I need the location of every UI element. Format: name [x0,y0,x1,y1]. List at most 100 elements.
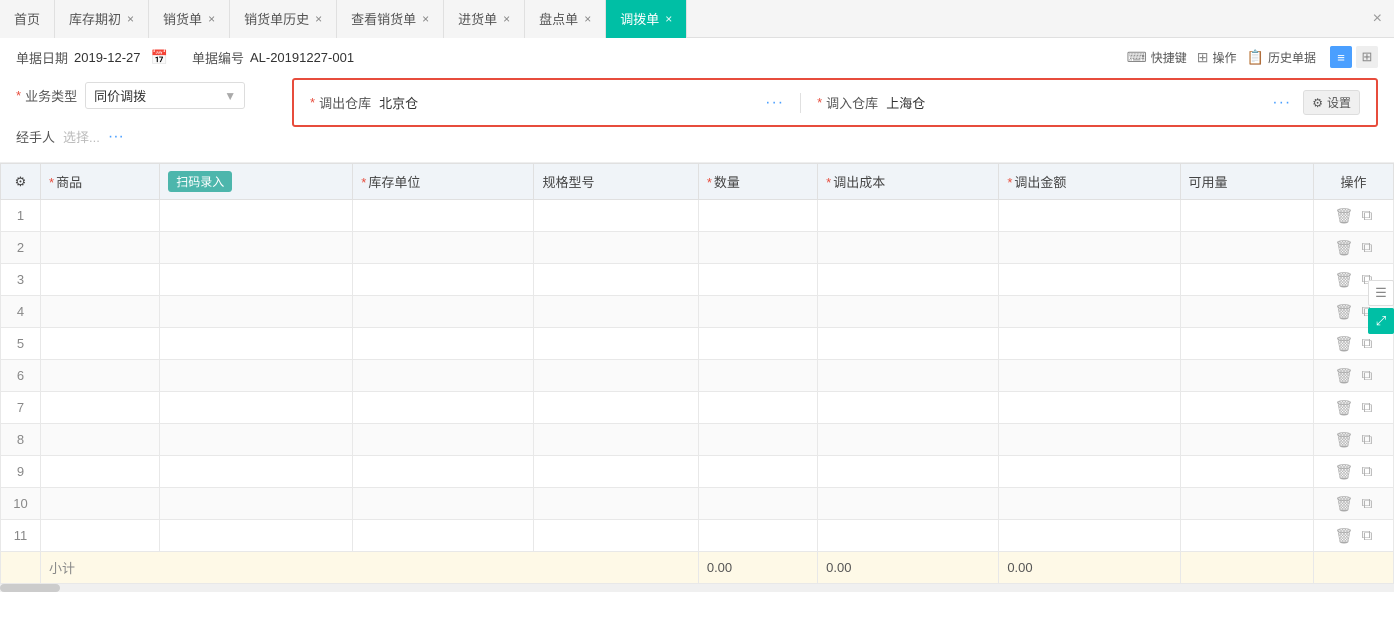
tab-sales-order[interactable]: 销货单 × [149,0,230,38]
product-cell[interactable] [41,424,160,456]
cost-cell[interactable] [818,360,999,392]
delete-icon[interactable]: 🗑 [1335,271,1354,289]
qty-cell[interactable] [698,264,817,296]
tab-view-sales[interactable]: 查看销货单 × [337,0,444,38]
history-btn[interactable]: 📋 历史单据 [1247,49,1316,66]
amount-cell[interactable] [999,232,1180,264]
tab-view-sales-close[interactable]: × [422,12,429,26]
product-cell[interactable] [41,520,160,552]
doc-date-value[interactable]: 2019-12-27 [74,50,141,65]
tab-sales-order-close[interactable]: × [208,12,215,26]
delete-icon[interactable]: 🗑 [1335,431,1354,449]
delete-icon[interactable]: 🗑 [1335,495,1354,513]
delete-icon[interactable]: 🗑 [1335,239,1354,257]
qty-cell[interactable] [698,392,817,424]
tab-inventory-init[interactable]: 库存期初 × [55,0,149,38]
delete-icon[interactable]: 🗑 [1335,207,1354,225]
amount-cell[interactable] [999,200,1180,232]
tab-sales-history[interactable]: 销货单历史 × [230,0,337,38]
side-list-icon[interactable]: ☰ [1368,280,1394,306]
copy-icon[interactable]: ⧉ [1362,335,1373,352]
copy-icon[interactable]: ⧉ [1362,207,1373,224]
cost-cell[interactable] [818,296,999,328]
cost-cell[interactable] [818,520,999,552]
tab-inventory-close[interactable]: × [584,12,591,26]
product-cell[interactable] [41,488,160,520]
window-close-button[interactable]: × [1361,10,1394,28]
settings-button[interactable]: ⚙ 设置 [1303,90,1360,115]
wh-in-dots[interactable]: ··· [1272,94,1291,112]
amount-cell[interactable] [999,520,1180,552]
wh-out-value[interactable]: 北京仓 [379,93,757,112]
horizontal-scrollbar[interactable] [0,584,1394,592]
qty-cell[interactable] [698,424,817,456]
delete-icon[interactable]: 🗑 [1335,463,1354,481]
scrollbar-thumb[interactable] [0,584,60,592]
calendar-icon[interactable]: 📅 [151,49,168,66]
product-cell[interactable] [41,456,160,488]
ops-btn[interactable]: ⊞ 操作 [1197,49,1237,66]
layout-btn-2[interactable]: ⊞ [1356,46,1378,68]
person-input[interactable]: 选择... [63,127,100,146]
amount-cell[interactable] [999,360,1180,392]
tab-purchase[interactable]: 进货单 × [444,0,525,38]
col-gear[interactable]: ⚙ [1,164,41,200]
product-cell[interactable] [41,232,160,264]
copy-icon[interactable]: ⧉ [1362,367,1373,384]
product-cell[interactable] [41,296,160,328]
tab-transfer[interactable]: 调拨单 × [606,0,687,38]
cost-cell[interactable] [818,328,999,360]
qty-cell[interactable] [698,296,817,328]
qty-cell[interactable] [698,232,817,264]
delete-icon[interactable]: 🗑 [1335,367,1354,385]
amount-cell[interactable] [999,392,1180,424]
tab-purchase-close[interactable]: × [503,12,510,26]
product-cell[interactable] [41,328,160,360]
cost-cell[interactable] [818,488,999,520]
delete-icon[interactable]: 🗑 [1335,303,1354,321]
amount-cell[interactable] [999,264,1180,296]
product-cell[interactable] [41,360,160,392]
product-cell[interactable] [41,200,160,232]
cost-cell[interactable] [818,392,999,424]
delete-icon[interactable]: 🗑 [1335,399,1354,417]
tab-transfer-close[interactable]: × [665,12,672,26]
person-dots[interactable]: ··· [108,128,124,146]
copy-icon[interactable]: ⧉ [1362,495,1373,512]
copy-icon[interactable]: ⧉ [1362,431,1373,448]
tab-sales-history-close[interactable]: × [315,12,322,26]
cost-cell[interactable] [818,200,999,232]
product-cell[interactable] [41,264,160,296]
copy-icon[interactable]: ⧉ [1362,399,1373,416]
shortcut-btn[interactable]: ⌨ 快捷键 [1127,49,1187,66]
amount-cell[interactable] [999,296,1180,328]
delete-icon[interactable]: 🗑 [1335,527,1354,545]
cost-cell[interactable] [818,232,999,264]
scan-btn[interactable]: 扫码录入 [168,171,232,192]
tab-inventory[interactable]: 盘点单 × [525,0,606,38]
qty-cell[interactable] [698,328,817,360]
layout-btn-1[interactable]: ≡ [1330,46,1352,68]
qty-cell[interactable] [698,456,817,488]
amount-cell[interactable] [999,456,1180,488]
delete-icon[interactable]: 🗑 [1335,335,1354,353]
amount-cell[interactable] [999,424,1180,456]
qty-cell[interactable] [698,520,817,552]
tab-home[interactable]: 首页 [0,0,55,38]
cost-cell[interactable] [818,264,999,296]
copy-icon[interactable]: ⧉ [1362,463,1373,480]
side-expand-icon[interactable]: ⤢ [1368,308,1394,334]
qty-cell[interactable] [698,360,817,392]
wh-out-dots[interactable]: ··· [765,94,784,112]
copy-icon[interactable]: ⧉ [1362,527,1373,544]
amount-cell[interactable] [999,328,1180,360]
cost-cell[interactable] [818,424,999,456]
tab-inventory-init-close[interactable]: × [127,12,134,26]
product-cell[interactable] [41,392,160,424]
biz-type-select[interactable]: 同价调拨 ▼ [85,82,245,109]
qty-cell[interactable] [698,200,817,232]
amount-cell[interactable] [999,488,1180,520]
wh-in-value[interactable]: 上海仓 [886,93,1264,112]
cost-cell[interactable] [818,456,999,488]
copy-icon[interactable]: ⧉ [1362,239,1373,256]
